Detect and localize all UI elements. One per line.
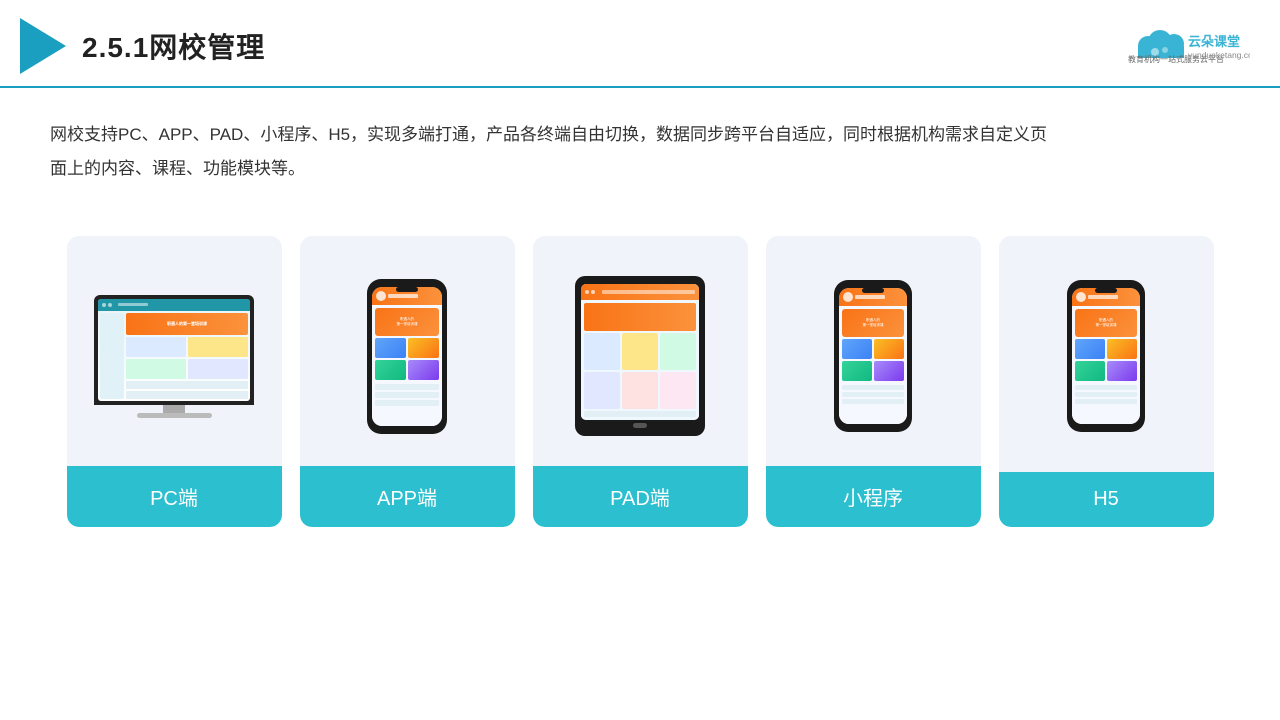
miniprogram-image-area: 职遇人的第一堂培训课 (776, 256, 971, 456)
h5-phone-mockup: 职遇人的第一堂培训课 (1067, 280, 1145, 432)
h5-card-label: H5 (999, 472, 1214, 527)
phone-notch (396, 287, 418, 292)
tablet-screen (581, 284, 699, 420)
pc-card-label: PC端 (67, 466, 282, 527)
miniprogram-phone-mockup: 职遇人的第一堂培训课 (834, 280, 912, 432)
pad-card: PAD端 (533, 236, 748, 527)
device-cards-section: 职遇人的第一堂培训课 (0, 216, 1280, 547)
h5-card: 职遇人的第一堂培训课 H5 (999, 236, 1214, 527)
brand-logo: 云朵课堂 yunduoketang.com 教育机构一站式服务云平台 (1120, 24, 1250, 68)
pad-card-label: PAD端 (533, 466, 748, 527)
h5-phone-screen: 职遇人的第一堂培训课 (1072, 288, 1140, 424)
pc-mockup: 职遇人的第一堂培训课 (94, 295, 254, 418)
miniprogram-phone-screen: 职遇人的第一堂培训课 (839, 288, 907, 424)
tablet-home-btn (633, 423, 647, 428)
app-card: 职遇人的第一堂培训课 APP端 (300, 236, 515, 527)
miniprogram-card: 职遇人的第一堂培训课 小程序 (766, 236, 981, 527)
svg-text:教育机构一站式服务云平台: 教育机构一站式服务云平台 (1128, 54, 1224, 64)
h5-phone-notch (1095, 288, 1117, 293)
app-card-label: APP端 (300, 466, 515, 527)
app-phone-mockup: 职遇人的第一堂培训课 (367, 279, 447, 434)
phone-screen: 职遇人的第一堂培训课 (372, 287, 442, 426)
pc-card: 职遇人的第一堂培训课 (67, 236, 282, 527)
app-image-area: 职遇人的第一堂培训课 (310, 256, 505, 456)
miniprogram-card-label: 小程序 (766, 466, 981, 527)
description-text: 网校支持PC、APP、PAD、小程序、H5，实现多端打通，产品各终端自由切换，数… (0, 88, 1100, 206)
h5-image-area: 职遇人的第一堂培训课 (1009, 256, 1204, 456)
page-header: 2.5.1网校管理 云朵课堂 yunduoketang.com 教育机构一站式服… (0, 0, 1280, 88)
pc-image-area: 职遇人的第一堂培训课 (77, 256, 272, 456)
description-paragraph: 网校支持PC、APP、PAD、小程序、H5，实现多端打通，产品各终端自由切换，数… (50, 118, 1050, 186)
header-left: 2.5.1网校管理 (20, 18, 265, 74)
pad-image-area (543, 256, 738, 456)
svg-text:云朵课堂: 云朵课堂 (1188, 34, 1240, 49)
pc-screen: 职遇人的第一堂培训课 (94, 295, 254, 405)
logo-triangle-icon (20, 18, 66, 74)
page-title: 2.5.1网校管理 (82, 26, 265, 66)
brand-svg: 云朵课堂 yunduoketang.com 教育机构一站式服务云平台 (1120, 24, 1250, 66)
miniprogram-phone-notch (862, 288, 884, 293)
tablet-mockup (575, 276, 705, 436)
